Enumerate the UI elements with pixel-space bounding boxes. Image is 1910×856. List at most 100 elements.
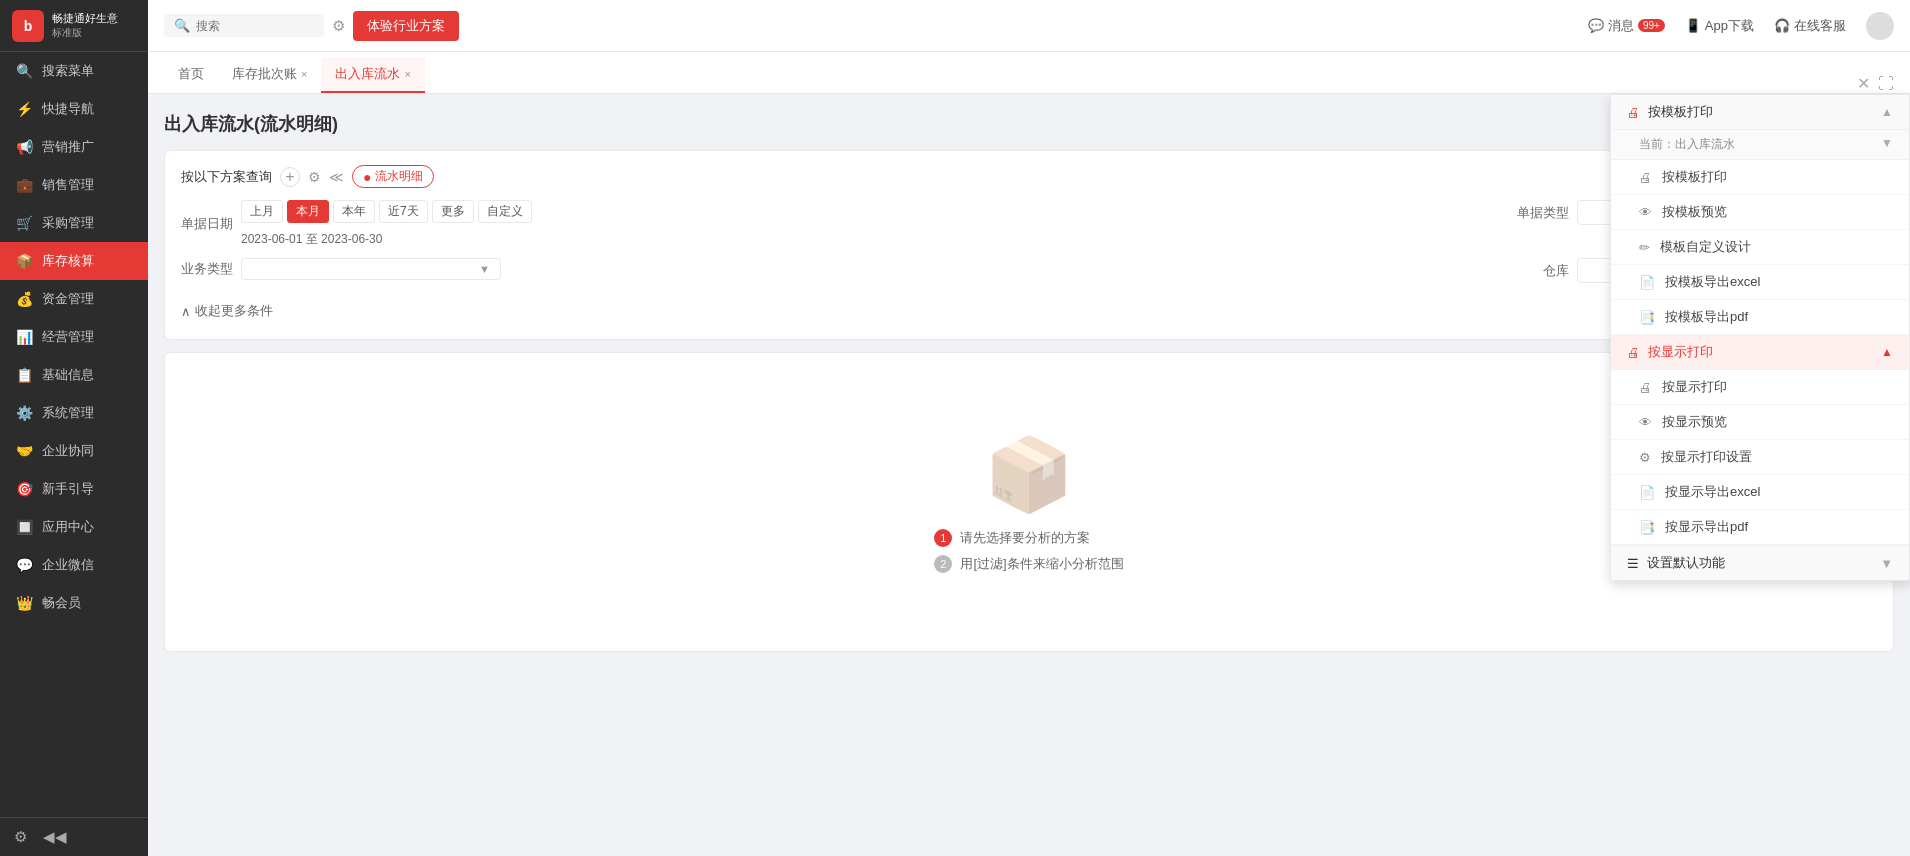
app-download-label: App下载 xyxy=(1705,17,1754,35)
wechat-icon: 💬 xyxy=(14,557,34,573)
print-template-section-title: 🖨 按模板打印 xyxy=(1627,103,1713,121)
sidebar-item-finance[interactable]: 💰 资金管理 xyxy=(0,280,148,318)
step-1-number: 1 xyxy=(934,529,952,547)
dp-preview-template-label: 按模板预览 xyxy=(1662,203,1727,221)
sidebar: b 畅捷通好生意 标准版 🔍 搜索菜单 ⚡ 快捷导航 📢 营销推广 💼 销售管理… xyxy=(0,0,148,856)
tab-inventory-batch-close[interactable]: × xyxy=(301,68,307,80)
sidebar-item-marketing[interactable]: 📢 营销推广 xyxy=(0,128,148,166)
message-badge: 99+ xyxy=(1638,19,1665,32)
empty-step-1: 1 请先选择要分析的方案 xyxy=(934,529,1123,547)
dp-export-excel-template-item[interactable]: 📄 按模板导出excel xyxy=(1611,265,1909,300)
dp-export-excel-display-item[interactable]: 📄 按显示导出excel xyxy=(1611,475,1909,510)
date-btn-this-year[interactable]: 本年 xyxy=(333,200,375,223)
dp-print-template-item[interactable]: 🖨 按模板打印 xyxy=(1611,160,1909,195)
tab-home-label: 首页 xyxy=(178,65,204,83)
sidebar-item-guide-label: 新手引导 xyxy=(42,480,94,498)
filter-collapse-icon[interactable]: ≪ xyxy=(329,169,344,185)
printer-display-icon: 🖨 xyxy=(1639,380,1652,395)
dp-print-settings-display-item[interactable]: ⚙ 按显示打印设置 xyxy=(1611,440,1909,475)
sidebar-settings-icon[interactable]: ⚙ xyxy=(14,828,27,846)
dp-export-pdf-display-item[interactable]: 📑 按显示导出pdf xyxy=(1611,510,1909,545)
inventory-icon: 📦 xyxy=(14,253,34,269)
sidebar-item-basic[interactable]: 📋 基础信息 xyxy=(0,356,148,394)
settings-display-icon: ⚙ xyxy=(1639,450,1651,465)
business-type-select[interactable]: ▼ xyxy=(241,258,501,280)
date-btn-custom[interactable]: 自定义 xyxy=(478,200,532,223)
sidebar-bottom: ⚙ ◀◀ xyxy=(0,817,148,856)
tab-inventory-flow[interactable]: 出入库流水 × xyxy=(321,57,424,93)
industry-solution-button[interactable]: 体验行业方案 xyxy=(353,11,459,41)
sidebar-item-system[interactable]: ⚙️ 系统管理 xyxy=(0,394,148,432)
window-maximize-icon[interactable]: ⛶ xyxy=(1878,75,1894,93)
sidebar-item-purchase[interactable]: 🛒 采购管理 xyxy=(0,204,148,242)
filter-tag-label: 流水明细 xyxy=(375,168,423,185)
sidebar-item-inventory-label: 库存核算 xyxy=(42,252,94,270)
print-display-section-header[interactable]: 🖨 按显示打印 ▲ xyxy=(1611,335,1909,370)
sidebar-item-collab[interactable]: 🤝 企业协同 xyxy=(0,432,148,470)
tab-inventory-batch[interactable]: 库存批次账 × xyxy=(218,57,321,93)
business-type-arrow-icon: ▼ xyxy=(479,263,490,275)
sidebar-item-search[interactable]: 🔍 搜索菜单 xyxy=(0,52,148,90)
sidebar-item-appcenter[interactable]: 🔲 应用中心 xyxy=(0,508,148,546)
step-2-text: 用[过滤]条件来缩小分析范围 xyxy=(960,555,1123,573)
system-icon: ⚙️ xyxy=(14,405,34,421)
dp-design-template-item[interactable]: ✏ 模板自定义设计 xyxy=(1611,230,1909,265)
empty-steps: 1 请先选择要分析的方案 2 用[过滤]条件来缩小分析范围 xyxy=(934,529,1123,573)
set-default-section[interactable]: ☰ 设置默认功能 ▼ xyxy=(1611,545,1909,580)
date-btn-7days[interactable]: 近7天 xyxy=(379,200,428,223)
filter-active-tag[interactable]: ● 流水明细 xyxy=(352,165,434,188)
tab-inventory-batch-label: 库存批次账 xyxy=(232,65,297,83)
gear-icon[interactable]: ⚙ xyxy=(332,17,345,35)
phone-icon: 📱 xyxy=(1685,18,1701,33)
collapse-conditions-button[interactable]: ∧ 收起更多条件 xyxy=(181,302,273,320)
sidebar-item-vip[interactable]: 👑 畅会员 xyxy=(0,584,148,622)
dp-export-excel-template-label: 按模板导出excel xyxy=(1665,273,1760,291)
message-item[interactable]: 💬 消息 99+ xyxy=(1588,17,1665,35)
sidebar-item-guide[interactable]: 🎯 新手引导 xyxy=(0,470,148,508)
appcenter-icon: 🔲 xyxy=(14,519,34,535)
online-service-item[interactable]: 🎧 在线客服 xyxy=(1774,17,1846,35)
sidebar-collapse-icon[interactable]: ◀◀ xyxy=(43,828,67,846)
collab-icon: 🤝 xyxy=(14,443,34,459)
date-range-display: 2023-06-01 至 2023-06-30 xyxy=(241,231,532,248)
search-input[interactable] xyxy=(196,19,296,33)
tabbar: 首页 库存批次账 × 出入库流水 × ✕ ⛶ xyxy=(148,52,1910,94)
date-filter-field: 单据日期 上月 本月 本年 近7天 更多 自定义 2023-06-01 至 20… xyxy=(181,200,532,248)
pdf-icon: 📑 xyxy=(1639,310,1655,325)
date-btn-this-month[interactable]: 本月 xyxy=(287,200,329,223)
message-label: 消息 xyxy=(1608,17,1634,35)
voucher-type-label: 单据类型 xyxy=(1517,204,1569,222)
sidebar-item-quicknav[interactable]: ⚡ 快捷导航 xyxy=(0,90,148,128)
user-avatar[interactable] xyxy=(1866,12,1894,40)
print-display-section-title: 🖨 按显示打印 xyxy=(1627,343,1713,361)
excel-icon: 📄 xyxy=(1639,275,1655,290)
online-service-label: 在线客服 xyxy=(1794,17,1846,35)
step-1-text: 请先选择要分析的方案 xyxy=(960,529,1090,547)
dp-print-display-item[interactable]: 🖨 按显示打印 xyxy=(1611,370,1909,405)
print-template-section-header[interactable]: 🖨 按模板打印 ▲ xyxy=(1611,95,1909,130)
sidebar-item-basic-label: 基础信息 xyxy=(42,366,94,384)
filter-add-button[interactable]: + xyxy=(280,167,300,187)
window-close-icon[interactable]: ✕ xyxy=(1857,74,1870,93)
dp-preview-display-item[interactable]: 👁 按显示预览 xyxy=(1611,405,1909,440)
sales-icon: 💼 xyxy=(14,177,34,193)
topbar-search[interactable]: 🔍 xyxy=(164,14,324,37)
warehouse-label: 仓库 xyxy=(1543,262,1569,280)
date-btn-more[interactable]: 更多 xyxy=(432,200,474,223)
sidebar-item-wechat[interactable]: 💬 企业微信 xyxy=(0,546,148,584)
app-version: 标准版 xyxy=(52,26,118,40)
tab-home[interactable]: 首页 xyxy=(164,57,218,93)
date-btn-last-month[interactable]: 上月 xyxy=(241,200,283,223)
sidebar-item-inventory[interactable]: 📦 库存核算 xyxy=(0,242,148,280)
headphone-icon: 🎧 xyxy=(1774,18,1790,33)
sidebar-item-sales[interactable]: 💼 销售管理 xyxy=(0,166,148,204)
tab-inventory-flow-close[interactable]: × xyxy=(404,68,410,80)
dp-preview-template-item[interactable]: 👁 按模板预览 xyxy=(1611,195,1909,230)
app-download-item[interactable]: 📱 App下载 xyxy=(1685,17,1754,35)
dp-export-pdf-template-item[interactable]: 📑 按模板导出pdf xyxy=(1611,300,1909,335)
filter-settings-icon[interactable]: ⚙ xyxy=(308,169,321,185)
sidebar-item-sales-label: 销售管理 xyxy=(42,176,94,194)
sidebar-nav: 🔍 搜索菜单 ⚡ 快捷导航 📢 营销推广 💼 销售管理 🛒 采购管理 📦 库存核… xyxy=(0,52,148,817)
section1-arrow-icon: ▲ xyxy=(1881,105,1893,119)
sidebar-item-operation[interactable]: 📊 经营管理 xyxy=(0,318,148,356)
